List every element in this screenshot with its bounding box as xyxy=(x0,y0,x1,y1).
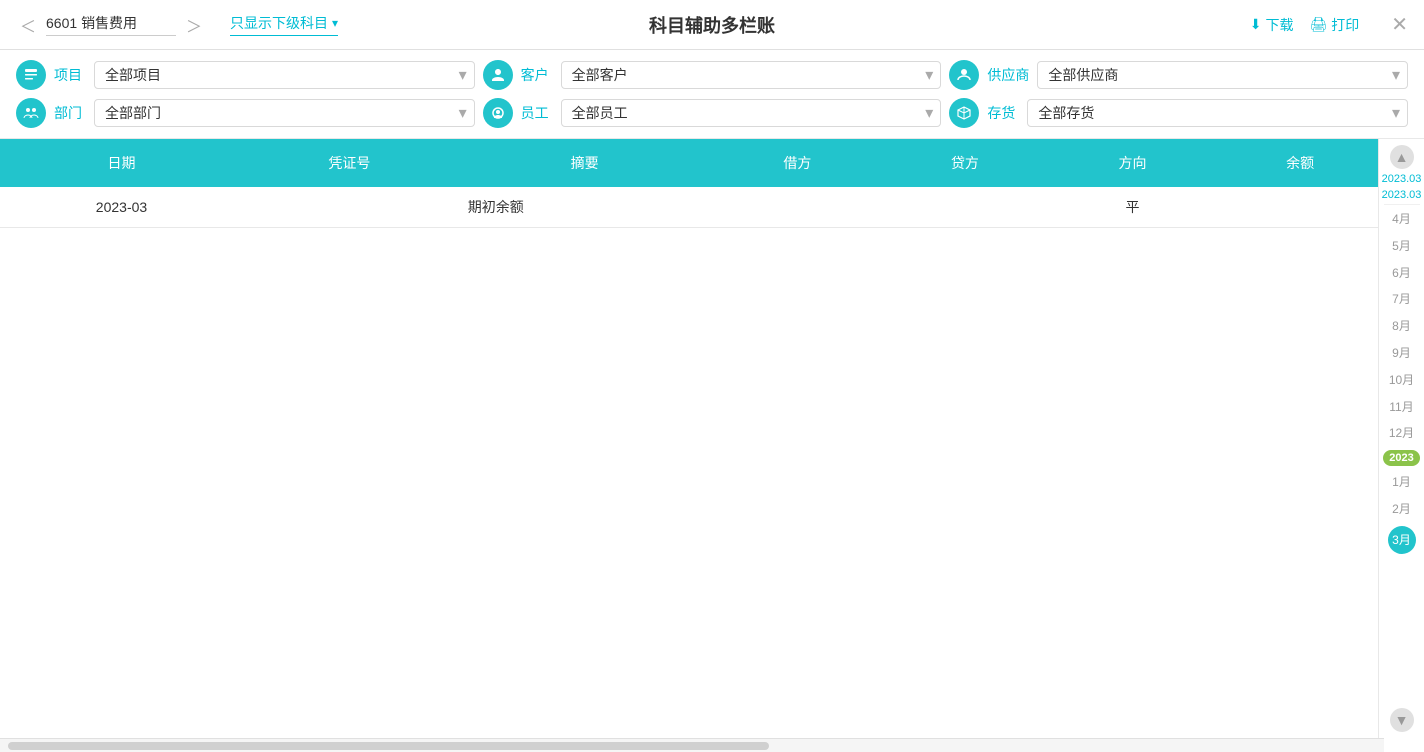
account-title: 6601 销售费用 xyxy=(46,13,176,36)
employee-icon xyxy=(483,98,513,128)
department-label: 部门 xyxy=(54,103,86,123)
supplier-icon xyxy=(949,60,979,90)
sidebar-selected-1[interactable]: 2023.03 xyxy=(1379,171,1424,187)
supplier-select-wrapper[interactable]: 全部供应商 xyxy=(1037,61,1408,89)
top-actions: ⬇ 下载 🖨 打印 ✕ xyxy=(1250,12,1408,37)
customer-label: 客户 xyxy=(521,65,553,85)
project-select-wrapper[interactable]: 全部项目 xyxy=(94,61,475,89)
sidebar-item-feb[interactable]: 2月 xyxy=(1379,496,1424,523)
sidebar-item-11[interactable]: 11月 xyxy=(1379,394,1424,421)
cell-debit xyxy=(714,187,882,228)
col-direction: 方向 xyxy=(1049,139,1217,187)
cell-direction: 平 xyxy=(1049,187,1217,228)
inventory-label: 存货 xyxy=(987,103,1019,123)
sidebar-up-arrow[interactable]: ▲ xyxy=(1390,145,1414,169)
table-wrapper: 日期 凭证号 摘要 借方 贷方 方向 余额 2023-03 期初余额 xyxy=(0,139,1384,738)
col-voucher: 凭证号 xyxy=(243,139,456,187)
sidebar-down-arrow[interactable]: ▼ xyxy=(1390,708,1414,732)
sidebar-item-12[interactable]: 12月 xyxy=(1379,420,1424,447)
sidebar-item-jan[interactable]: 1月 xyxy=(1379,469,1424,496)
customer-filter-item: 客户 全部客户 xyxy=(483,60,942,90)
sidebar-item-6[interactable]: 6月 xyxy=(1379,260,1424,287)
h-scrollbar-area[interactable] xyxy=(0,738,1384,752)
nav-prev-btn[interactable]: ＜ xyxy=(16,13,40,37)
cell-voucher xyxy=(243,187,456,228)
table-row: 2023-03 期初余额 平 xyxy=(0,187,1384,228)
main-table: 日期 凭证号 摘要 借方 贷方 方向 余额 2023-03 期初余额 xyxy=(0,139,1384,228)
sidebar-item-7[interactable]: 7月 xyxy=(1379,286,1424,313)
col-balance: 余额 xyxy=(1216,139,1384,187)
download-btn[interactable]: ⬇ 下载 xyxy=(1250,15,1294,35)
supplier-select[interactable]: 全部供应商 xyxy=(1037,61,1408,89)
inventory-icon xyxy=(949,98,979,128)
project-filter-item: 项目 全部项目 xyxy=(16,60,475,90)
close-btn[interactable]: ✕ xyxy=(1391,12,1408,37)
nav-next-btn[interactable]: ＞ xyxy=(182,13,206,37)
print-btn[interactable]: 🖨 打印 xyxy=(1309,15,1359,35)
sidebar-item-8[interactable]: 8月 xyxy=(1379,313,1424,340)
download-icon: ⬇ xyxy=(1250,16,1262,33)
project-label: 项目 xyxy=(54,65,86,85)
top-bar: ＜ 6601 销售费用 ＞ 只显示下级科目 ▾ 科目辅助多栏账 ⬇ 下载 🖨 打… xyxy=(0,0,1424,50)
show-sub-arrow: ▾ xyxy=(332,16,338,30)
cell-balance xyxy=(1216,187,1384,228)
col-date: 日期 xyxy=(0,139,243,187)
customer-select[interactable]: 全部客户 xyxy=(561,61,942,89)
col-credit: 贷方 xyxy=(881,139,1049,187)
customer-icon xyxy=(483,60,513,90)
page-title: 科目辅助多栏账 xyxy=(649,12,775,38)
sidebar-item-4[interactable]: 4月 xyxy=(1379,206,1424,233)
sidebar-item-10[interactable]: 10月 xyxy=(1379,367,1424,394)
sidebar-selected-2[interactable]: 2023.03 xyxy=(1379,187,1424,203)
employee-select-wrapper[interactable]: 全部员工 xyxy=(561,99,942,127)
cell-date: 2023-03 xyxy=(0,187,243,228)
cell-credit xyxy=(881,187,1049,228)
print-icon: 🖨 xyxy=(1309,16,1327,33)
employee-select[interactable]: 全部员工 xyxy=(561,99,942,127)
sidebar-item-9[interactable]: 9月 xyxy=(1379,340,1424,367)
employee-filter-item: 员工 全部员工 xyxy=(483,98,942,128)
col-summary: 摘要 xyxy=(456,139,714,187)
supplier-label: 供应商 xyxy=(987,65,1029,85)
year-badge-2023[interactable]: 2023 xyxy=(1383,450,1419,466)
supplier-filter-item: 供应商 全部供应商 xyxy=(949,60,1408,90)
customer-select-wrapper[interactable]: 全部客户 xyxy=(561,61,942,89)
main-container: ＜ 6601 销售费用 ＞ 只显示下级科目 ▾ 科目辅助多栏账 ⬇ 下载 🖨 打… xyxy=(0,0,1424,752)
project-select[interactable]: 全部项目 xyxy=(94,61,475,89)
table-header-row: 日期 凭证号 摘要 借方 贷方 方向 余额 xyxy=(0,139,1384,187)
divider-1 xyxy=(1384,204,1420,205)
inventory-select[interactable]: 全部存货 xyxy=(1027,99,1408,127)
project-icon xyxy=(16,60,46,90)
sidebar-item-mar-active[interactable]: 3月 xyxy=(1388,526,1416,554)
inventory-filter-item: 存货 全部存货 xyxy=(949,98,1408,128)
show-sub-dropdown[interactable]: 只显示下级科目 ▾ xyxy=(230,13,338,36)
employee-label: 员工 xyxy=(521,103,553,123)
filter-area: 项目 全部项目 客户 全部客户 供应商 xyxy=(0,50,1424,139)
department-select[interactable]: 全部部门 xyxy=(94,99,475,127)
account-nav: ＜ 6601 销售费用 ＞ xyxy=(16,13,206,37)
department-select-wrapper[interactable]: 全部部门 xyxy=(94,99,475,127)
department-filter-item: 部门 全部部门 xyxy=(16,98,475,128)
sidebar-item-5[interactable]: 5月 xyxy=(1379,233,1424,260)
show-sub-label: 只显示下级科目 xyxy=(230,13,328,33)
inventory-select-wrapper[interactable]: 全部存货 xyxy=(1027,99,1408,127)
cell-summary: 期初余额 xyxy=(456,187,714,228)
department-icon xyxy=(16,98,46,128)
col-debit: 借方 xyxy=(714,139,882,187)
right-sidebar: ▲ 2023.03 2023.03 4月 5月 6月 7月 8月 9月 10月 … xyxy=(1378,139,1424,738)
h-scrollbar-track xyxy=(8,742,769,750)
